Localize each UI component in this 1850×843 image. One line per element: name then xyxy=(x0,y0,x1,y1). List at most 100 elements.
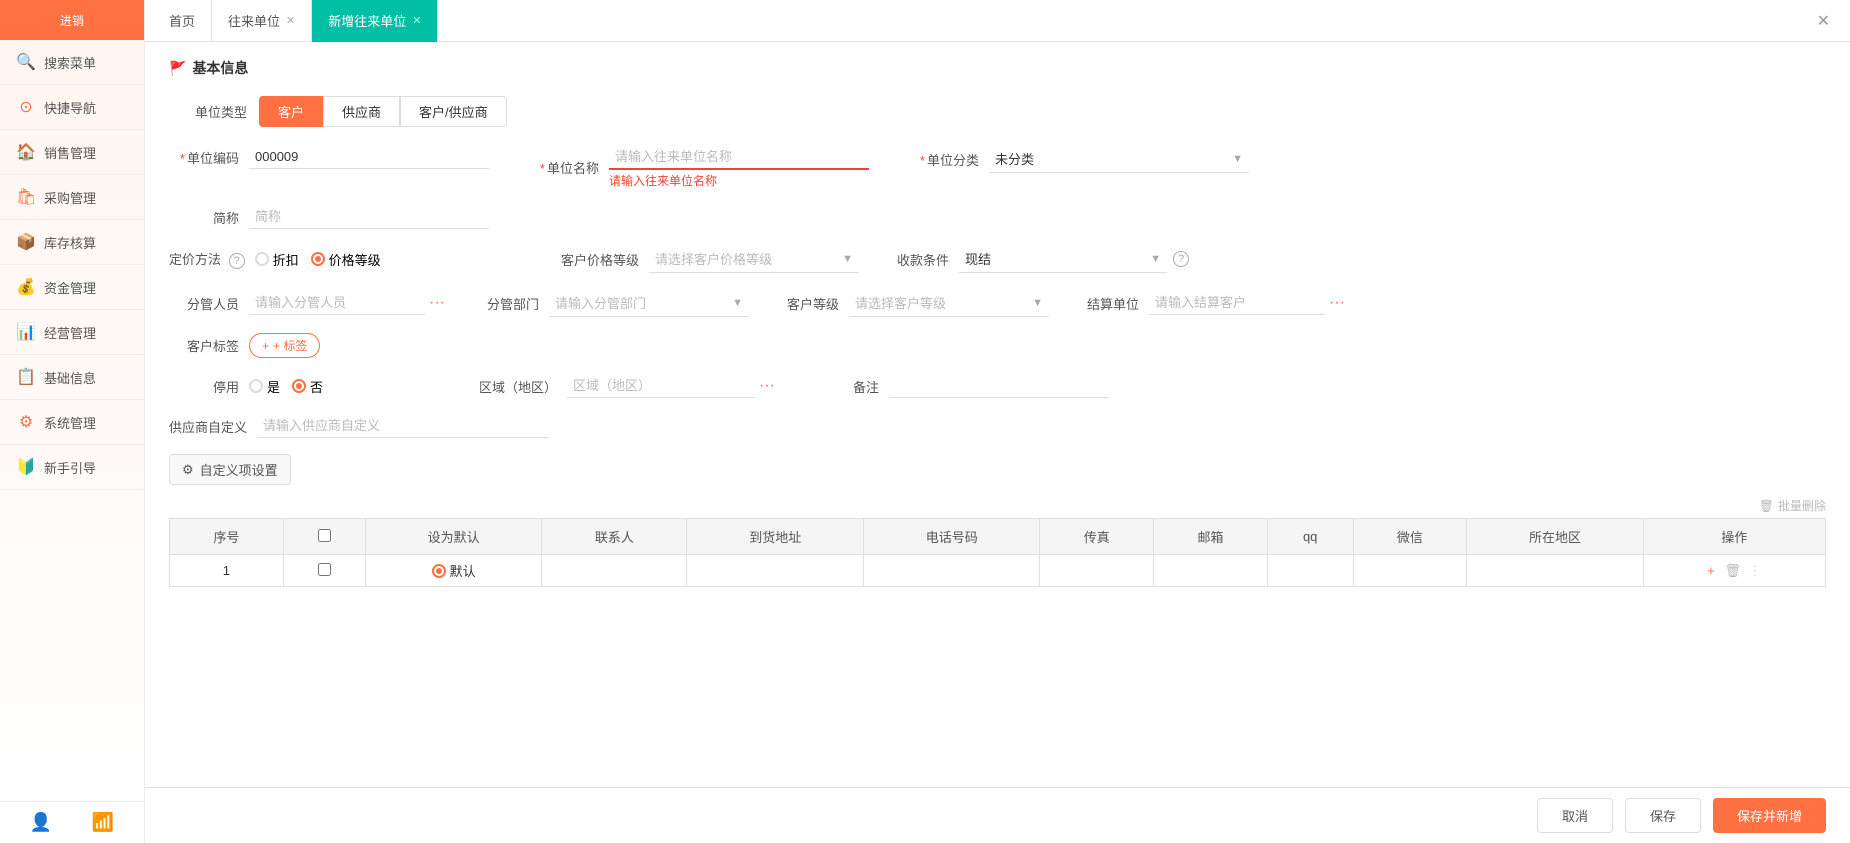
settlement-unit-input[interactable] xyxy=(1149,291,1325,315)
sidebar-item-inventory[interactable]: 📦 库存核算 xyxy=(0,220,144,265)
custom-settings-button[interactable]: ⚙ 自定义项设置 xyxy=(169,454,291,485)
settings-bottom-icon[interactable]: 📶 xyxy=(92,812,114,833)
purchase-icon: 🛍 xyxy=(16,187,36,207)
cancel-button[interactable]: 取消 xyxy=(1537,798,1613,833)
unit-category-select[interactable]: 未分类 ▼ xyxy=(989,145,1249,173)
sidebar-bottom: 👤 📶 xyxy=(0,801,144,843)
finance-icon: 💰 xyxy=(16,277,36,297)
row-checkbox[interactable] xyxy=(318,563,331,576)
default-radio[interactable]: 默认 xyxy=(376,561,532,580)
sidebar-item-guide[interactable]: 🔰 新手引导 xyxy=(0,445,144,490)
field-remark: 备注 xyxy=(809,374,1109,398)
select-all-checkbox[interactable] xyxy=(318,529,331,542)
tab-partners-close[interactable]: ✕ xyxy=(286,14,295,27)
col-fax: 传真 xyxy=(1040,519,1154,555)
radio-no[interactable]: 否 xyxy=(292,377,323,396)
tab-home-label: 首页 xyxy=(169,11,195,30)
sidebar-item-quick-nav[interactable]: ⊙ 快捷导航 xyxy=(0,85,144,130)
unit-type-both[interactable]: 客户/供应商 xyxy=(400,96,507,127)
settlement-unit-label: 结算单位 xyxy=(1069,294,1149,313)
delete-row-icon[interactable]: 🗑 xyxy=(1724,563,1741,578)
radio-no-label: 否 xyxy=(310,377,323,396)
unit-code-input[interactable] xyxy=(249,145,489,169)
department-chevron: ▼ xyxy=(732,297,743,309)
tab-partners[interactable]: 往来单位 ✕ xyxy=(212,0,312,42)
cell-action: + 🗑 ⋮ xyxy=(1643,555,1825,587)
customer-price-level-placeholder: 请选择客户价格等级 xyxy=(655,249,772,268)
field-pricing-method: 定价方法 ? 折扣 价格等级 xyxy=(169,249,529,269)
batch-delete-row: 🗑 批量删除 xyxy=(169,497,1826,514)
unit-type-label: 单位类型 xyxy=(169,102,259,121)
settlement-dots[interactable]: ··· xyxy=(1325,294,1349,312)
drag-handle-icon[interactable]: ⋮ xyxy=(1749,563,1762,578)
add-tag-button[interactable]: + + 标签 xyxy=(249,333,320,358)
field-supplier-custom: 供应商自定义 xyxy=(169,414,549,438)
sidebar-item-purchase[interactable]: 🛍 采购管理 xyxy=(0,175,144,220)
manager-dots[interactable]: ··· xyxy=(425,294,449,312)
unit-name-label: *单位名称 xyxy=(529,158,609,177)
sidebar-item-sales[interactable]: 🏠 销售管理 xyxy=(0,130,144,175)
sales-icon: 🏠 xyxy=(16,142,36,162)
col-qq: qq xyxy=(1267,519,1353,555)
region-input[interactable] xyxy=(567,374,755,398)
sidebar-item-base[interactable]: 📋 基础信息 xyxy=(0,355,144,400)
close-all-tabs[interactable]: ✕ xyxy=(1805,11,1842,31)
save-button[interactable]: 保存 xyxy=(1625,798,1701,833)
unit-type-supplier[interactable]: 供应商 xyxy=(323,96,400,127)
sidebar-item-finance[interactable]: 💰 资金管理 xyxy=(0,265,144,310)
base-icon: 📋 xyxy=(16,367,36,387)
sidebar-logo: 进销 xyxy=(0,0,144,40)
short-name-input[interactable] xyxy=(249,205,489,229)
unit-type-row: 单位类型 客户 供应商 客户/供应商 xyxy=(169,96,1826,127)
tab-home[interactable]: 首页 xyxy=(153,0,212,42)
table-row: 1 默认 xyxy=(170,555,1826,587)
inventory-icon: 📦 xyxy=(16,232,36,252)
cell-qq xyxy=(1267,555,1353,587)
sidebar-item-label: 资金管理 xyxy=(44,278,96,297)
payment-terms-chevron: ▼ xyxy=(1150,253,1161,265)
customer-price-level-select[interactable]: 请选择客户价格等级 ▼ xyxy=(649,245,859,273)
customer-level-select[interactable]: 请选择客户等级 ▼ xyxy=(849,289,1049,317)
manager-input[interactable] xyxy=(249,291,425,315)
sidebar-item-label: 库存核算 xyxy=(44,233,96,252)
radio-yes[interactable]: 是 xyxy=(249,377,280,396)
pricing-help-icon[interactable]: ? xyxy=(229,253,245,269)
sidebar-item-label: 新手引导 xyxy=(44,458,96,477)
add-row-icon[interactable]: + xyxy=(1707,563,1715,578)
cell-check xyxy=(283,555,365,587)
sidebar-item-operations[interactable]: 📊 经营管理 xyxy=(0,310,144,355)
tab-new-partner-close[interactable]: ✕ xyxy=(412,14,421,27)
disabled-label: 停用 xyxy=(169,377,249,396)
customer-price-level-chevron: ▼ xyxy=(842,253,853,265)
remark-input[interactable] xyxy=(889,374,1109,398)
cell-seq: 1 xyxy=(170,555,284,587)
batch-delete-label[interactable]: 批量删除 xyxy=(1778,497,1826,514)
user-icon[interactable]: 👤 xyxy=(30,812,52,833)
radio-discount[interactable]: 折扣 xyxy=(255,250,299,269)
field-customer-level: 客户等级 请选择客户等级 ▼ xyxy=(769,289,1049,317)
section-title-text: 基本信息 xyxy=(192,58,248,78)
radio-yes-circle xyxy=(249,379,263,393)
cell-address xyxy=(687,555,864,587)
payment-terms-label: 收款条件 xyxy=(889,250,959,269)
unit-type-customer[interactable]: 客户 xyxy=(259,96,323,127)
payment-terms-help-icon[interactable]: ? xyxy=(1173,251,1189,267)
payment-terms-select[interactable]: 现结 ▼ xyxy=(959,245,1167,273)
footer-bar: 取消 保存 保存并新增 xyxy=(145,787,1850,843)
unit-name-input[interactable] xyxy=(609,145,869,170)
save-new-button[interactable]: 保存并新增 xyxy=(1713,798,1826,833)
sidebar-item-system[interactable]: ⚙ 系统管理 xyxy=(0,400,144,445)
sidebar-item-search[interactable]: 🔍 搜索菜单 xyxy=(0,40,144,85)
supplier-custom-input[interactable] xyxy=(257,414,549,438)
radio-price-level[interactable]: 价格等级 xyxy=(311,250,381,269)
form-row-1: *单位编码 *单位名称 请输入往来单位名称 xyxy=(169,145,1826,189)
form-row-manager: 分管人员 ··· 分管部门 请输入分管部门 ▼ 客户等级 请选择客户等级 ▼ xyxy=(169,289,1826,317)
tab-bar: 首页 往来单位 ✕ 新增往来单位 ✕ ✕ xyxy=(145,0,1850,42)
customer-level-label: 客户等级 xyxy=(769,294,849,313)
page-content: 🚩 基本信息 单位类型 客户 供应商 客户/供应商 *单位编码 *单位名称 xyxy=(145,42,1850,787)
unit-name-error: 请输入往来单位名称 xyxy=(609,172,869,189)
col-address: 到货地址 xyxy=(687,519,864,555)
region-dots[interactable]: ··· xyxy=(755,377,779,395)
department-select[interactable]: 请输入分管部门 ▼ xyxy=(549,289,749,317)
tab-new-partner[interactable]: 新增往来单位 ✕ xyxy=(312,0,438,42)
